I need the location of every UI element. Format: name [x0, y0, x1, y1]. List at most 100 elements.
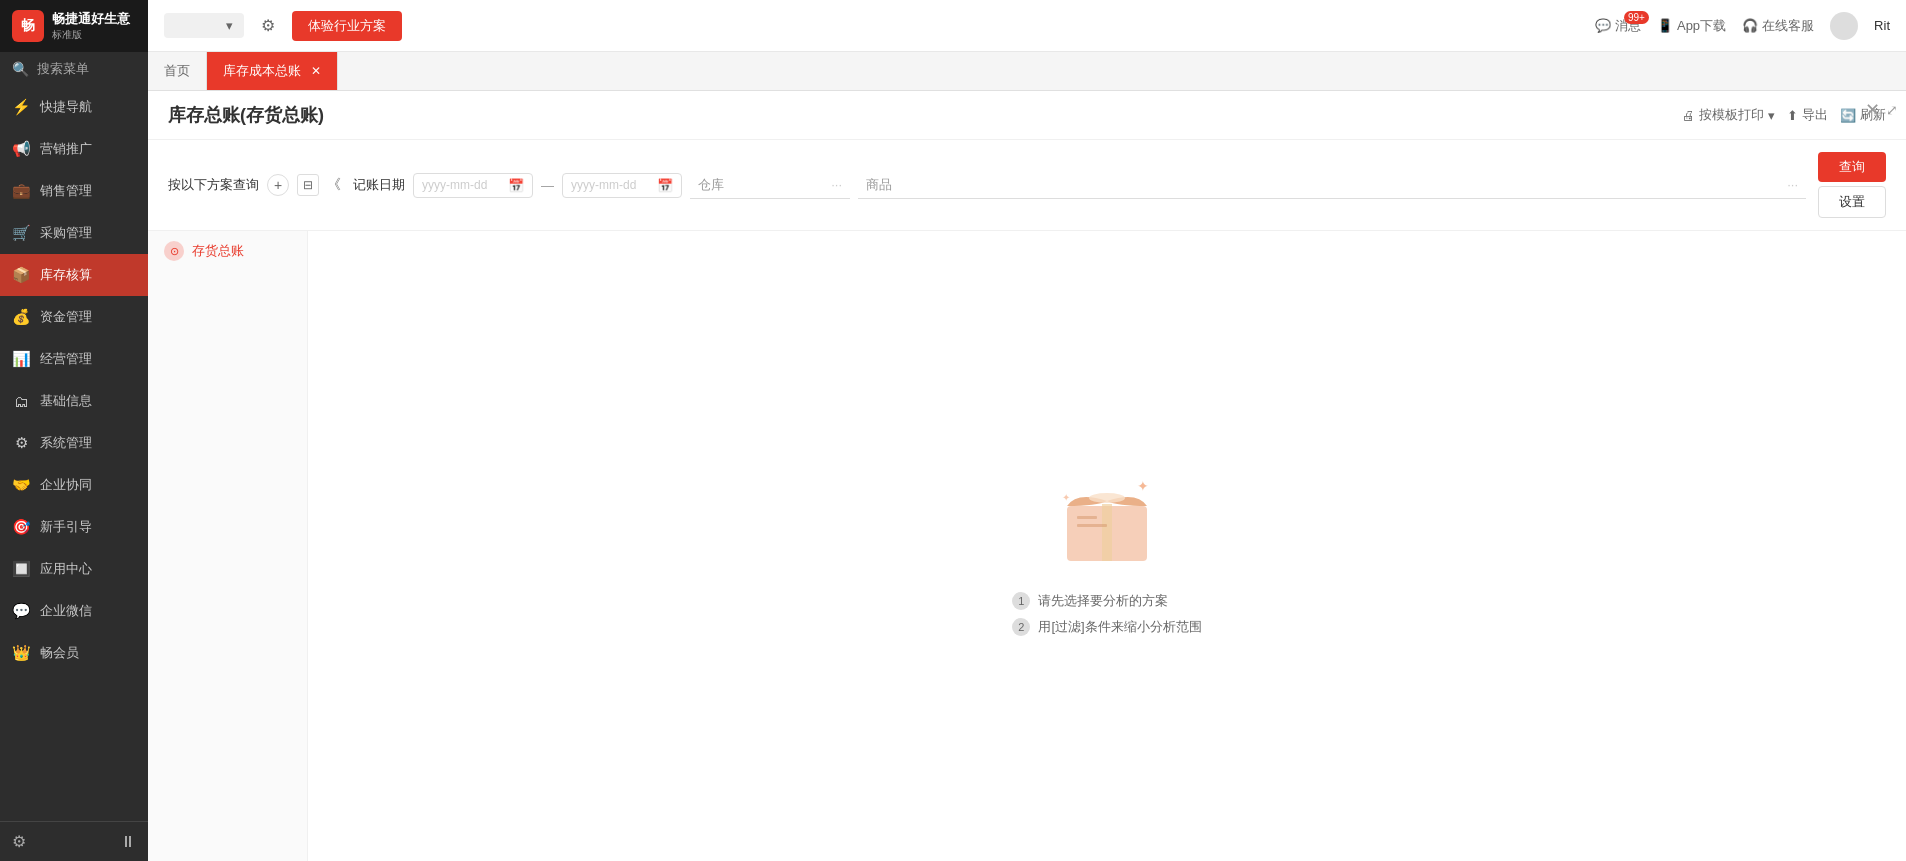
app-download-label: App下载 [1677, 17, 1726, 35]
export-icon: ⬆ [1787, 108, 1798, 123]
chevron-down-icon: ▾ [226, 18, 233, 33]
tab-home[interactable]: 首页 [148, 52, 207, 90]
page-content: 库存总账(存货总账) 🖨 按模板打印 ▾ ⬆ 导出 🔄 刷新 [148, 91, 1906, 861]
topbar: ▾ ⚙ 体验行业方案 💬 消息 99+ 📱 App下载 🎧 在线客服 Rit [148, 0, 1906, 52]
nav-label-system: 系统管理 [40, 434, 92, 452]
marketing-icon: 📢 [12, 140, 30, 158]
print-icon: 🖨 [1682, 108, 1695, 123]
topbar-selector[interactable]: ▾ [164, 13, 244, 38]
sidebar-item-purchase[interactable]: 🛒 采购管理 [0, 212, 148, 254]
nav-label-marketing: 营销推广 [40, 140, 92, 158]
logo-icon: 畅 [12, 10, 44, 42]
sidebar-item-inventory[interactable]: 📦 库存核算 [0, 254, 148, 296]
nav-label-vip: 畅会员 [40, 644, 79, 662]
sidebar: 畅 畅捷通好生意 标准版 🔍 搜索菜单 ⚡ 快捷导航 📢 营销推广 💼 销售管理… [0, 0, 148, 861]
sidebar-item-cooperation[interactable]: 🤝 企业协同 [0, 464, 148, 506]
svg-rect-3 [1077, 524, 1107, 527]
nav-label-basic: 基础信息 [40, 392, 92, 410]
finance-icon: 💰 [12, 308, 30, 326]
user-avatar[interactable] [1830, 12, 1858, 40]
message-icon: 💬 [1595, 18, 1611, 33]
empty-box-svg: ✦ ✦ [1047, 456, 1167, 576]
sidebar-item-guide[interactable]: 🎯 新手引导 [0, 506, 148, 548]
online-service-label: 在线客服 [1762, 17, 1814, 35]
query-btn[interactable]: 查询 [1818, 152, 1886, 182]
sidebar-item-appstore[interactable]: 🔲 应用中心 [0, 548, 148, 590]
search-icon: 🔍 [12, 61, 29, 77]
export-label: 导出 [1802, 106, 1828, 124]
sidebar-bottom: ⚙ ⏸ [0, 821, 148, 861]
operations-icon: 📊 [12, 350, 30, 368]
search-menu-label: 搜索菜单 [37, 60, 89, 78]
app-name: 畅捷通好生意 [52, 10, 130, 28]
panel-close-btn[interactable]: ✕ [1865, 99, 1880, 121]
sidebar-collapse-btn[interactable]: ⏸ [120, 833, 136, 851]
nav-label-purchase: 采购管理 [40, 224, 92, 242]
sidebar-item-finance[interactable]: 💰 资金管理 [0, 296, 148, 338]
filter-add-btn[interactable]: + [267, 174, 289, 196]
sidebar-item-sales[interactable]: 💼 销售管理 [0, 170, 148, 212]
calendar-end-icon[interactable]: 📅 [657, 178, 673, 193]
date-end-input[interactable]: yyyy-mm-dd 📅 [562, 173, 682, 198]
app-logo: 畅 畅捷通好生意 标准版 [0, 0, 148, 52]
topbar-settings-btn[interactable]: ⚙ [252, 10, 284, 42]
search-menu-item[interactable]: 🔍 搜索菜单 [0, 52, 148, 86]
calendar-start-icon[interactable]: 📅 [508, 178, 524, 193]
warehouse-field[interactable]: 仓库 ··· [690, 172, 850, 199]
tab-close-btn[interactable]: ✕ [311, 64, 321, 78]
trial-btn[interactable]: 体验行业方案 [292, 11, 402, 41]
sidebar-item-vip[interactable]: 👑 畅会员 [0, 632, 148, 674]
content-area: ⊙ 存货总账 [148, 231, 1906, 861]
phone-icon: 📱 [1657, 18, 1673, 33]
settings-sm-btn[interactable]: 设置 [1818, 186, 1886, 218]
empty-tips: 1 请先选择要分析的方案 2 用[过滤]条件来缩小分析范围 [1012, 592, 1201, 636]
sidebar-item-system[interactable]: ⚙ 系统管理 [0, 422, 148, 464]
app-version: 标准版 [52, 28, 130, 42]
date-field-label: 记账日期 [353, 176, 405, 194]
empty-tip-1: 1 请先选择要分析的方案 [1012, 592, 1201, 610]
date-start-input[interactable]: yyyy-mm-dd 📅 [413, 173, 533, 198]
wechat-icon: 💬 [12, 602, 30, 620]
app-download-item[interactable]: 📱 App下载 [1657, 17, 1726, 35]
nav-label-operations: 经营管理 [40, 350, 92, 368]
print-label: 按模板打印 [1699, 106, 1764, 124]
empty-tip-2: 2 用[过滤]条件来缩小分析范围 [1012, 618, 1201, 636]
nav-label-finance: 资金管理 [40, 308, 92, 326]
nav-label-appstore: 应用中心 [40, 560, 92, 578]
warehouse-label: 仓库 [698, 176, 724, 194]
warehouse-more-icon[interactable]: ··· [831, 177, 842, 192]
goods-field[interactable]: 商品 ··· [858, 172, 1806, 199]
nav-label-guide: 新手引导 [40, 518, 92, 536]
scheme-item-icon: ⊙ [164, 241, 184, 261]
tab-inventory-ledger[interactable]: 库存成本总账 ✕ [207, 52, 338, 90]
online-service-item[interactable]: 🎧 在线客服 [1742, 17, 1814, 35]
date-range-separator: — [541, 178, 554, 193]
message-item[interactable]: 💬 消息 99+ [1595, 17, 1641, 35]
inventory-icon: 📦 [12, 266, 30, 284]
appstore-icon: 🔲 [12, 560, 30, 578]
sidebar-item-wechat[interactable]: 💬 企业微信 [0, 590, 148, 632]
filter-schema-btn[interactable]: ⊟ [297, 174, 319, 196]
selector-text [174, 17, 222, 34]
nav-label-cooperation: 企业协同 [40, 476, 92, 494]
refresh-icon: 🔄 [1840, 108, 1856, 123]
logo-text: 畅捷通好生意 标准版 [52, 10, 130, 42]
export-btn[interactable]: ⬆ 导出 [1787, 106, 1828, 124]
sidebar-settings-btn[interactable]: ⚙ [12, 832, 26, 851]
scheme-item-inventory-ledger[interactable]: ⊙ 存货总账 [148, 231, 307, 271]
svg-rect-2 [1077, 516, 1097, 519]
sidebar-item-basic[interactable]: 🗂 基础信息 [0, 380, 148, 422]
tip-num-1: 1 [1012, 592, 1030, 610]
panel-resize-btn[interactable]: ⤢ [1886, 102, 1898, 118]
sales-icon: 💼 [12, 182, 30, 200]
filter-collapse-btn[interactable]: 《 [327, 176, 341, 194]
print-btn[interactable]: 🖨 按模板打印 ▾ [1682, 106, 1775, 124]
sidebar-item-quick-nav[interactable]: ⚡ 快捷导航 [0, 86, 148, 128]
top-right-btns: ✕ ⤢ [1865, 99, 1898, 121]
tip-text-2: 用[过滤]条件来缩小分析范围 [1038, 618, 1201, 636]
sidebar-item-marketing[interactable]: 📢 营销推广 [0, 128, 148, 170]
basic-icon: 🗂 [12, 393, 30, 410]
filter-bar: 按以下方案查询 + ⊟ 《 记账日期 yyyy-mm-dd 📅 — yyyy-m… [148, 140, 1906, 231]
sidebar-item-operations[interactable]: 📊 经营管理 [0, 338, 148, 380]
goods-more-icon[interactable]: ··· [1787, 177, 1798, 192]
